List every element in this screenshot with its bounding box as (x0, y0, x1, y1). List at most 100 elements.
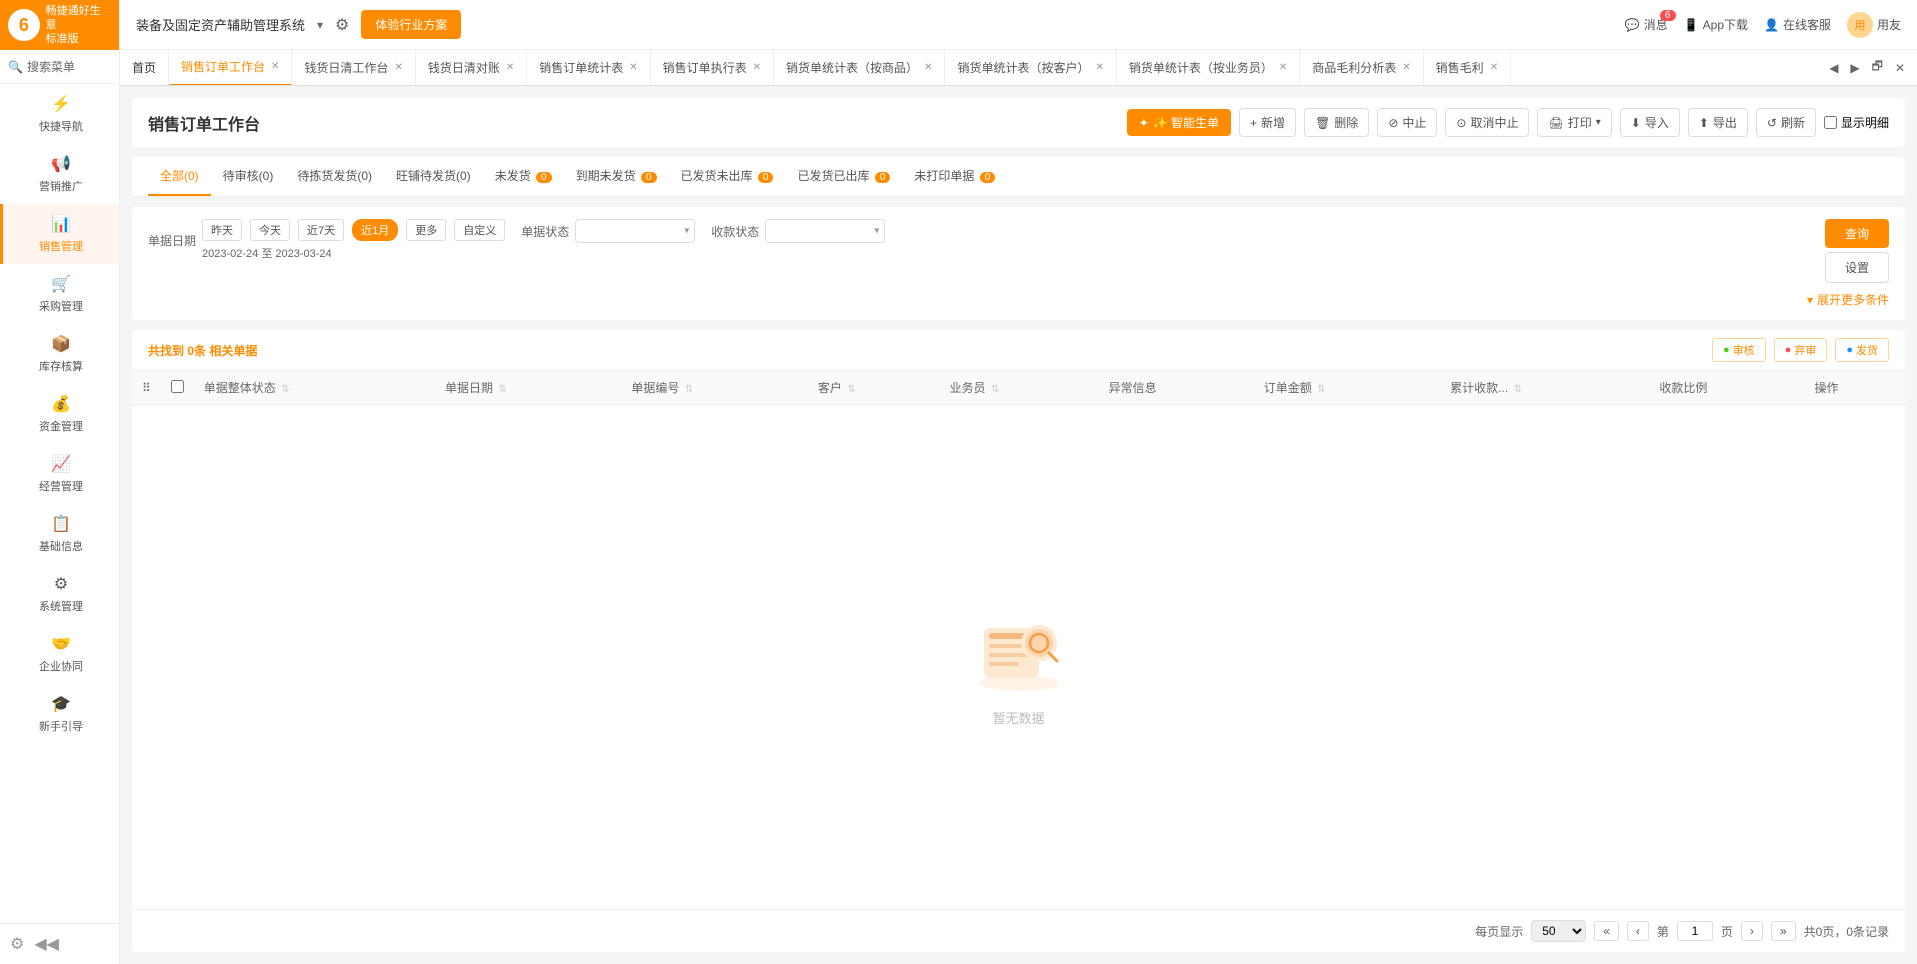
subtab-overdue-not-shipped[interactable]: 到期未发货 0 (564, 157, 669, 196)
table-scroll-area[interactable]: ⠿ 单据整体状态 ⇅ 单据日期 ⇅ (132, 371, 1905, 405)
refresh-btn[interactable]: ↺ 刷新 (1756, 108, 1816, 137)
tab-sales-stats-product[interactable]: 销货单统计表（按商品） ✕ (774, 50, 945, 86)
subtab-wangpu-ship[interactable]: 旺铺待发货(0) (384, 157, 483, 196)
sidebar-search[interactable]: 🔍 搜索菜单 (0, 50, 119, 84)
delete-btn[interactable]: 🗑 删除 (1304, 108, 1369, 137)
collapse-icon[interactable]: ◀◀ (34, 934, 59, 954)
tab-close-icon[interactable]: ✕ (1490, 62, 1498, 73)
message-item[interactable]: 💬 消息 6 (1625, 16, 1668, 33)
sidebar-item-inventory[interactable]: 📦 库存核算 (0, 324, 119, 384)
subtab-all[interactable]: 全部(0) (148, 157, 211, 196)
col-exception: 异常信息 (1099, 371, 1254, 405)
sidebar-item-finance[interactable]: 💰 资金管理 (0, 384, 119, 444)
system-title-dropdown[interactable]: ▾ (317, 18, 323, 32)
col-status[interactable]: 单据整体状态 ⇅ (194, 371, 435, 405)
date-btn-more[interactable]: 更多 (406, 219, 446, 241)
subtab-not-printed[interactable]: 未打印单据 0 (902, 157, 1007, 196)
tab-nav-prev[interactable]: ◀ (1825, 61, 1842, 75)
tab-close-icon[interactable]: ✕ (1095, 62, 1103, 73)
subtab-shipped-out[interactable]: 已发货已出库 0 (785, 157, 902, 196)
show-detail-label[interactable]: 显示明细 (1824, 114, 1889, 131)
tab-close-icon[interactable]: ✕ (271, 61, 279, 72)
tab-close-icon[interactable]: ✕ (394, 62, 402, 73)
filter-expand-btn[interactable]: ▾ 展开更多条件 (1807, 291, 1889, 308)
ship-btn[interactable]: ● 发货 (1835, 338, 1889, 362)
sidebar-item-guide[interactable]: 🎓 新手引导 (0, 684, 119, 744)
sidebar-item-operations[interactable]: 📈 经营管理 (0, 444, 119, 504)
sidebar-item-purchase[interactable]: 🛒 采购管理 (0, 264, 119, 324)
date-btn-last7[interactable]: 近7天 (298, 219, 344, 241)
payment-select[interactable] (765, 219, 885, 243)
tab-close-icon[interactable]: ✕ (924, 62, 932, 73)
col-customer[interactable]: 客户 ⇅ (808, 371, 940, 405)
print-btn[interactable]: 🖨 打印 ▾ (1537, 108, 1611, 137)
tab-cash-clearing[interactable]: 钱货日清工作台 ✕ (292, 50, 415, 86)
tab-nav-next[interactable]: ▶ (1846, 61, 1863, 75)
tab-close-icon[interactable]: ✕ (1279, 62, 1287, 73)
tab-home[interactable]: 首页 (120, 50, 169, 86)
settings-bottom-icon[interactable]: ⚙ (10, 934, 24, 954)
suspend-btn[interactable]: ⊘ 中止 (1377, 108, 1437, 137)
tab-sales-order-stats[interactable]: 销售订单统计表 ✕ (527, 50, 650, 86)
tab-sales-order-execution[interactable]: 销售订单执行表 ✕ (651, 50, 774, 86)
show-detail-checkbox[interactable] (1824, 116, 1837, 129)
settings-icon[interactable]: ⚙ (335, 15, 349, 35)
tab-sales-stats-customer[interactable]: 销货单统计表（按客户） ✕ (945, 50, 1116, 86)
tab-restore-icon[interactable]: 🗗 (1868, 57, 1887, 78)
sidebar-item-enterprise[interactable]: 🤝 企业协同 (0, 624, 119, 684)
col-date[interactable]: 单据日期 ⇅ (435, 371, 621, 405)
first-page-btn[interactable]: « (1594, 921, 1619, 941)
sidebar-item-system[interactable]: ⚙ 系统管理 (0, 564, 119, 624)
tab-close-all-icon[interactable]: ✕ (1891, 61, 1909, 75)
col-amount[interactable]: 订单金额 ⇅ (1254, 371, 1440, 405)
cancel-suspend-btn[interactable]: ⊙ 取消中止 (1445, 108, 1529, 137)
date-btn-last1month[interactable]: 近1月 (352, 219, 398, 241)
tab-close-icon[interactable]: ✕ (753, 62, 761, 73)
sidebar-item-quick-nav[interactable]: ⚡ 快捷导航 (0, 84, 119, 144)
tab-cash-reconcile[interactable]: 钱货日清对账 ✕ (416, 50, 527, 86)
tab-sales-stats-staff[interactable]: 销货单统计表（按业务员） ✕ (1117, 50, 1300, 86)
date-btn-yesterday[interactable]: 昨天 (202, 219, 242, 241)
app-download-item[interactable]: 📱 App下载 (1684, 16, 1748, 33)
tab-product-margin[interactable]: 商品毛利分析表 ✕ (1300, 50, 1423, 86)
smart-btn-label: ✨ 智能生单 (1153, 114, 1219, 131)
smart-btn[interactable]: ✦ ✨ 智能生单 (1127, 109, 1231, 136)
date-btn-today[interactable]: 今天 (250, 219, 290, 241)
export-btn[interactable]: ⬆ 导出 (1688, 108, 1748, 137)
sidebar-item-basic-info[interactable]: 📋 基础信息 (0, 504, 119, 564)
cancel-review-dot: ● (1785, 344, 1792, 356)
import-btn[interactable]: ⬇ 导入 (1620, 108, 1680, 137)
date-btn-custom[interactable]: 自定义 (454, 219, 505, 241)
query-btn[interactable]: 查询 (1825, 219, 1889, 248)
col-number[interactable]: 单据编号 ⇅ (621, 371, 807, 405)
select-all-checkbox[interactable] (171, 380, 184, 393)
next-page-btn[interactable]: › (1741, 921, 1763, 941)
tab-close-icon[interactable]: ✕ (1402, 62, 1410, 73)
tab-close-icon[interactable]: ✕ (629, 62, 637, 73)
last-page-btn[interactable]: » (1771, 921, 1796, 941)
tab-sales-order-workbench[interactable]: 销售订单工作台 ✕ (169, 50, 292, 86)
per-page-select[interactable]: 50 10 20 100 (1531, 920, 1586, 942)
tab-sales-more[interactable]: 销售毛利 ✕ (1424, 50, 1511, 86)
page-input[interactable] (1677, 921, 1713, 941)
set-btn[interactable]: 设置 (1825, 252, 1889, 283)
subtab-pending-pick[interactable]: 待拣货发货(0) (285, 157, 384, 196)
subtab-shipped-not-out[interactable]: 已发货未出库 0 (669, 157, 786, 196)
add-btn[interactable]: + 新增 (1239, 108, 1296, 137)
status-select[interactable] (575, 219, 695, 243)
col-staff[interactable]: 业务员 ⇅ (940, 371, 1099, 405)
user-item[interactable]: 用 用友 (1847, 12, 1901, 38)
online-service-item[interactable]: 👤 在线客服 (1764, 16, 1831, 33)
subtab-not-shipped[interactable]: 未发货 0 (483, 157, 564, 196)
cancel-review-btn[interactable]: ● 弃审 (1774, 338, 1828, 362)
message-icon: 💬 (1625, 18, 1640, 32)
tab-close-icon[interactable]: ✕ (506, 62, 514, 73)
app-download-label: App下载 (1703, 16, 1748, 33)
review-btn[interactable]: ● 审核 (1712, 338, 1766, 362)
prev-page-btn[interactable]: ‹ (1627, 921, 1649, 941)
col-collected[interactable]: 累计收款... ⇅ (1440, 371, 1649, 405)
sidebar-item-sales[interactable]: 📊 销售管理 (0, 204, 119, 264)
solution-btn[interactable]: 体验行业方案 (361, 10, 461, 39)
sidebar-item-marketing[interactable]: 📢 营销推广 (0, 144, 119, 204)
subtab-pending-review[interactable]: 待审核(0) (211, 157, 286, 196)
